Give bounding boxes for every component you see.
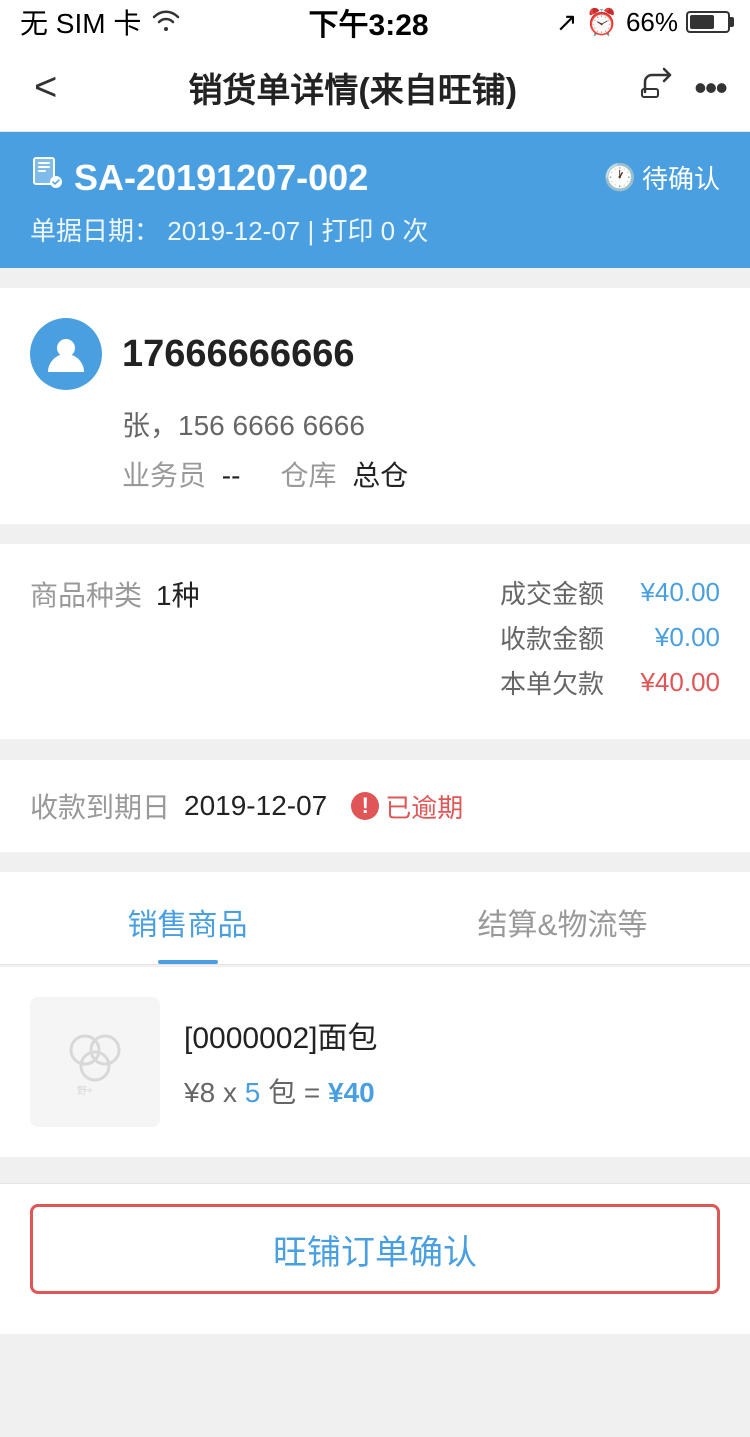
- amount-label: 成交金额: [500, 574, 604, 611]
- goods-type-label: 商品种类: [30, 574, 142, 614]
- owed-value: ¥40.00: [620, 667, 720, 698]
- battery-icon: [686, 11, 730, 33]
- summary-left: 商品种类 1种: [30, 574, 200, 614]
- order-status: 🕐 待确认: [604, 159, 720, 196]
- order-id: SA-20191207-002: [30, 156, 368, 199]
- status-time: 下午3:28: [309, 0, 429, 44]
- received-label: 收款金额: [500, 619, 604, 656]
- due-section: 收款到期日 2019-12-07 ! 已逾期: [0, 759, 750, 852]
- product-item: 野+ [0000002]面包 ¥8 x 5 包 = ¥40: [0, 967, 750, 1157]
- due-label: 收款到期日: [30, 786, 170, 826]
- order-icon: [30, 156, 64, 199]
- customer-section: 17666666666 张，156 6666 6666 业务员 -- 仓库 总仓: [0, 288, 750, 524]
- due-date: 2019-12-07: [184, 790, 327, 822]
- tab-bar: 销售商品 结算&物流等: [0, 872, 750, 964]
- goods-type-value: 1种: [156, 574, 200, 614]
- product-section: 野+ [0000002]面包 ¥8 x 5 包 = ¥40: [0, 967, 750, 1157]
- overdue-text: 已逾期: [385, 788, 463, 825]
- tab-sales-products[interactable]: 销售商品: [0, 872, 375, 964]
- warehouse-label: 仓库: [280, 460, 336, 491]
- product-total: ¥40: [328, 1077, 375, 1108]
- customer-info: 张，156 6666 6666: [30, 404, 720, 444]
- clock-icon: 🕐: [604, 162, 636, 193]
- status-left: 无 SIM 卡: [20, 2, 181, 42]
- back-button[interactable]: <: [24, 55, 67, 120]
- tab-settlement[interactable]: 结算&物流等: [375, 872, 750, 964]
- order-id-text: SA-20191207-002: [74, 157, 368, 199]
- more-icon[interactable]: •••: [694, 67, 726, 109]
- owed-label: 本单欠款: [500, 664, 604, 701]
- sales-value: --: [222, 460, 241, 491]
- wifi-icon: [151, 6, 181, 38]
- page-title: 销货单详情(来自旺铺): [188, 63, 517, 112]
- customer-meta: 业务员 -- 仓库 总仓: [30, 454, 720, 494]
- share-icon[interactable]: [638, 65, 674, 110]
- summary-right: 成交金额 ¥40.00 收款金额 ¥0.00 本单欠款 ¥40.00: [500, 574, 720, 709]
- nav-bar: < 销货单详情(来自旺铺) •••: [0, 44, 750, 132]
- svg-text:野+: 野+: [77, 1085, 93, 1097]
- status-text: 待确认: [642, 159, 720, 196]
- product-price-line: ¥8 x 5 包 = ¥40: [184, 1071, 720, 1111]
- bottom-bar: 旺铺订单确认: [0, 1183, 750, 1334]
- overdue-icon: !: [351, 792, 379, 820]
- received-value: ¥0.00: [620, 622, 720, 653]
- tab-section: 销售商品 结算&物流等: [0, 872, 750, 965]
- warehouse-value: 总仓: [352, 460, 408, 491]
- location-icon: ↗: [556, 7, 578, 38]
- product-details: [0000002]面包 ¥8 x 5 包 = ¥40: [184, 1013, 720, 1111]
- summary-section: 商品种类 1种 成交金额 ¥40.00 收款金额 ¥0.00 本单欠款 ¥40.…: [0, 544, 750, 739]
- confirm-button[interactable]: 旺铺订单确认: [30, 1204, 720, 1294]
- customer-phone: 17666666666: [122, 333, 354, 376]
- alarm-icon: ⏰: [586, 7, 618, 38]
- battery-percent: 66%: [626, 7, 678, 38]
- status-bar: 无 SIM 卡 下午3:28 ↗ ⏰ 66%: [0, 0, 750, 44]
- product-image: 野+: [30, 997, 160, 1127]
- nav-actions: •••: [638, 65, 726, 110]
- order-date: 单据日期： 2019-12-07 | 打印 0 次: [30, 211, 720, 248]
- order-header: SA-20191207-002 🕐 待确认 单据日期： 2019-12-07 |…: [0, 132, 750, 268]
- carrier-text: 无 SIM 卡: [20, 2, 141, 42]
- status-right: ↗ ⏰ 66%: [556, 7, 730, 38]
- product-qty: 5: [245, 1077, 261, 1108]
- sales-label: 业务员: [122, 460, 206, 491]
- amount-value: ¥40.00: [620, 577, 720, 608]
- product-name: [0000002]面包: [184, 1013, 720, 1057]
- customer-avatar: [30, 318, 102, 390]
- overdue-badge: ! 已逾期: [351, 788, 463, 825]
